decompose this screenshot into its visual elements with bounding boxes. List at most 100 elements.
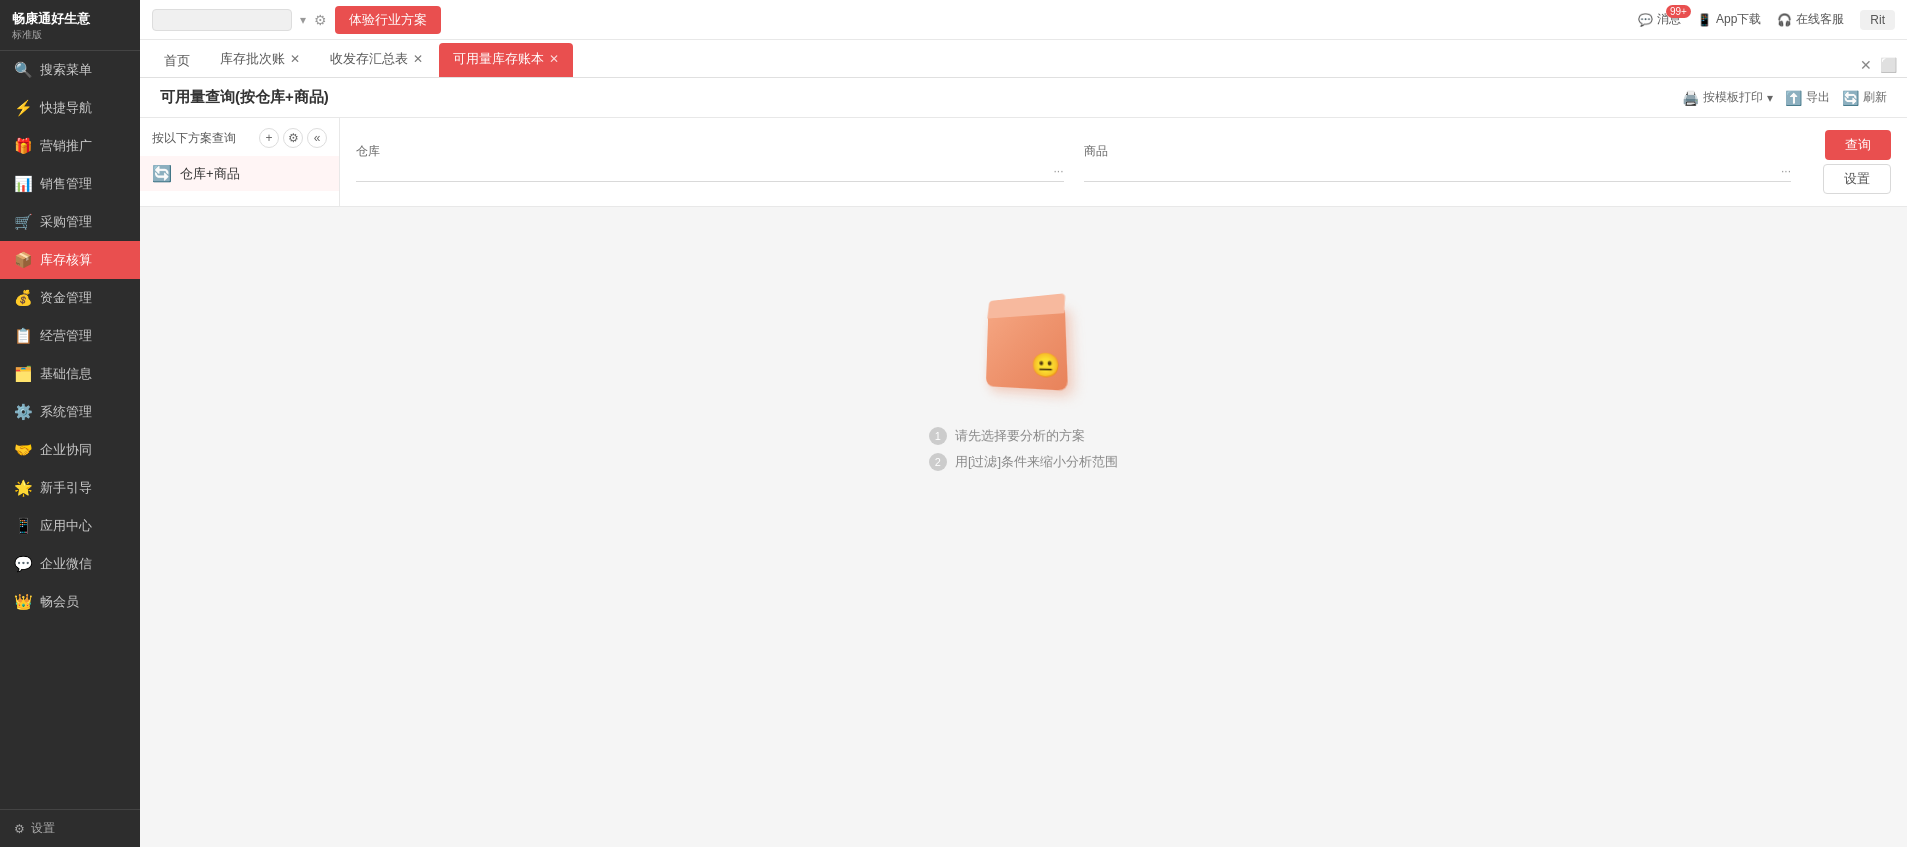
- tab-receive-summary[interactable]: 收发存汇总表 ✕: [316, 43, 437, 77]
- app-download-button[interactable]: 📱 App下载: [1697, 11, 1761, 28]
- product-more-icon[interactable]: ···: [1781, 164, 1791, 178]
- scheme-panel-actions: + ⚙ «: [259, 128, 327, 148]
- folder-icon: 🗂️: [14, 365, 32, 383]
- sidebar-item-newbie[interactable]: 🌟 新手引导: [0, 469, 140, 507]
- message-button[interactable]: 💬 消息 99+: [1638, 11, 1681, 28]
- topbar-search-input[interactable]: [152, 9, 292, 31]
- sidebar-item-system[interactable]: ⚙️ 系统管理: [0, 393, 140, 431]
- scheme-collapse-button[interactable]: «: [307, 128, 327, 148]
- chart-icon: 📊: [14, 175, 32, 193]
- scheme-panel-header: 按以下方案查询 + ⚙ «: [140, 128, 339, 156]
- sidebar-item-enterprise[interactable]: 🤝 企业协同: [0, 431, 140, 469]
- page-header: 可用量查询(按仓库+商品) 🖨️ 按模板打印 ▾ ⬆️ 导出 🔄 刷新: [140, 78, 1907, 118]
- main-content: ▾ ⚙ 体验行业方案 💬 消息 99+ 📱 App下载 🎧 在线客服 Rit 首…: [140, 0, 1907, 847]
- refresh-button[interactable]: 🔄 刷新: [1842, 89, 1887, 106]
- window-expand-icon[interactable]: ⬜: [1880, 57, 1897, 73]
- sidebar-item-label: 销售管理: [40, 175, 92, 193]
- sidebar-item-label: 畅会员: [40, 593, 79, 611]
- page-content: 可用量查询(按仓库+商品) 🖨️ 按模板打印 ▾ ⬆️ 导出 🔄 刷新: [140, 78, 1907, 847]
- chat-icon: 💬: [14, 555, 32, 573]
- query-button[interactable]: 查询: [1825, 130, 1891, 160]
- export-icon: ⬆️: [1785, 90, 1802, 106]
- gift-icon: 🎁: [14, 137, 32, 155]
- warehouse-more-icon[interactable]: ···: [1053, 164, 1063, 178]
- product-input[interactable]: [1084, 164, 1775, 179]
- sidebar-item-label: 企业协同: [40, 441, 92, 459]
- window-close-icon[interactable]: ✕: [1860, 57, 1872, 73]
- rotate-icon: 🔄: [152, 164, 172, 183]
- sidebar-item-search[interactable]: 🔍 搜索菜单: [0, 51, 140, 89]
- sidebar-item-label: 企业微信: [40, 555, 92, 573]
- page-title: 可用量查询(按仓库+商品): [160, 88, 329, 107]
- headset-icon: 🎧: [1777, 13, 1792, 27]
- sidebar-item-label: 采购管理: [40, 213, 92, 231]
- sidebar-item-inventory[interactable]: 📦 库存核算: [0, 241, 140, 279]
- filter-settings-button[interactable]: 设置: [1823, 164, 1891, 194]
- message-icon: 💬: [1638, 13, 1653, 27]
- sidebar-item-basic[interactable]: 🗂️ 基础信息: [0, 355, 140, 393]
- filter-row: 仓库 ··· 商品 ···: [340, 118, 1807, 206]
- scheme-add-button[interactable]: +: [259, 128, 279, 148]
- sidebar-item-operation[interactable]: 📋 经营管理: [0, 317, 140, 355]
- empty-state: 😐 1 请先选择要分析的方案 2 用[过滤]条件来缩小分析范围: [140, 207, 1907, 551]
- print-chevron-icon: ▾: [1767, 91, 1773, 105]
- tip-text-2: 用[过滤]条件来缩小分析范围: [955, 453, 1118, 471]
- tab-available-ledger[interactable]: 可用量库存账本 ✕: [439, 43, 573, 77]
- sidebar: 畅康通好生意 标准版 🔍 搜索菜单 ⚡ 快捷导航 🎁 营销推广 📊 销售管理 🛒…: [0, 0, 140, 847]
- tip-number-2: 2: [929, 453, 947, 471]
- topbar-gear-icon[interactable]: ⚙: [314, 12, 327, 28]
- online-service-button[interactable]: 🎧 在线客服: [1777, 11, 1844, 28]
- tab-batch-account[interactable]: 库存批次账 ✕: [206, 43, 314, 77]
- print-label: 按模板打印: [1703, 89, 1763, 106]
- mobile-icon: 📱: [1697, 13, 1712, 27]
- window-controls: ✕ ⬜: [1860, 57, 1897, 77]
- product-filter: 商品 ···: [1084, 143, 1792, 182]
- sidebar-bottom[interactable]: ⚙ 设置: [0, 809, 140, 847]
- tab-label: 收发存汇总表: [330, 50, 408, 68]
- sidebar-item-shortcut[interactable]: ⚡ 快捷导航: [0, 89, 140, 127]
- empty-tips: 1 请先选择要分析的方案 2 用[过滤]条件来缩小分析范围: [929, 427, 1118, 471]
- sidebar-item-purchase[interactable]: 🛒 采购管理: [0, 203, 140, 241]
- chevron-down-icon[interactable]: ▾: [300, 13, 306, 27]
- sidebar-item-marketing[interactable]: 🎁 营销推广: [0, 127, 140, 165]
- warehouse-filter: 仓库 ···: [356, 143, 1064, 182]
- box-icon: 📦: [14, 251, 32, 269]
- money-icon: 💰: [14, 289, 32, 307]
- export-button[interactable]: ⬆️ 导出: [1785, 89, 1830, 106]
- sidebar-item-label: 基础信息: [40, 365, 92, 383]
- tabbar: 首页 库存批次账 ✕ 收发存汇总表 ✕ 可用量库存账本 ✕ ✕ ⬜: [140, 40, 1907, 78]
- sidebar-item-appstore[interactable]: 📱 应用中心: [0, 507, 140, 545]
- sidebar-item-label: 营销推广: [40, 137, 92, 155]
- warehouse-input[interactable]: [356, 164, 1047, 179]
- refresh-label: 刷新: [1863, 89, 1887, 106]
- empty-illustration: 😐: [964, 287, 1084, 407]
- print-button[interactable]: 🖨️ 按模板打印 ▾: [1682, 89, 1773, 106]
- tab-close-icon[interactable]: ✕: [549, 53, 559, 65]
- sidebar-item-sales[interactable]: 📊 销售管理: [0, 165, 140, 203]
- tab-home[interactable]: 首页: [150, 45, 204, 77]
- tip-text-1: 请先选择要分析的方案: [955, 427, 1085, 445]
- user-profile[interactable]: Rit: [1860, 10, 1895, 30]
- sidebar-scroll: 🔍 搜索菜单 ⚡ 快捷导航 🎁 营销推广 📊 销售管理 🛒 采购管理 📦 库存核…: [0, 51, 140, 809]
- empty-tip-2: 2 用[过滤]条件来缩小分析范围: [929, 453, 1118, 471]
- product-input-wrap: ···: [1084, 164, 1792, 182]
- empty-box-illustration: 😐: [985, 305, 1067, 391]
- scheme-settings-button[interactable]: ⚙: [283, 128, 303, 148]
- star-icon: 🌟: [14, 479, 32, 497]
- header-actions: 🖨️ 按模板打印 ▾ ⬆️ 导出 🔄 刷新: [1682, 89, 1887, 106]
- empty-tip-1: 1 请先选择要分析的方案: [929, 427, 1085, 445]
- export-label: 导出: [1806, 89, 1830, 106]
- sidebar-item-member[interactable]: 👑 畅会员: [0, 583, 140, 621]
- scheme-item-warehouse-product[interactable]: 🔄 仓库+商品: [140, 156, 339, 191]
- sidebar-item-wechat[interactable]: 💬 企业微信: [0, 545, 140, 583]
- phone-icon: 📱: [14, 517, 32, 535]
- sidebar-item-label: 经营管理: [40, 327, 92, 345]
- empty-face-illustration: 😐: [1015, 344, 1077, 389]
- scheme-item-label: 仓库+商品: [180, 165, 240, 183]
- tab-close-icon[interactable]: ✕: [413, 53, 423, 65]
- sidebar-item-finance[interactable]: 💰 资金管理: [0, 279, 140, 317]
- sidebar-item-label: 快捷导航: [40, 99, 92, 117]
- trial-button[interactable]: 体验行业方案: [335, 6, 441, 34]
- tab-close-icon[interactable]: ✕: [290, 53, 300, 65]
- sidebar-settings-label: 设置: [31, 820, 55, 837]
